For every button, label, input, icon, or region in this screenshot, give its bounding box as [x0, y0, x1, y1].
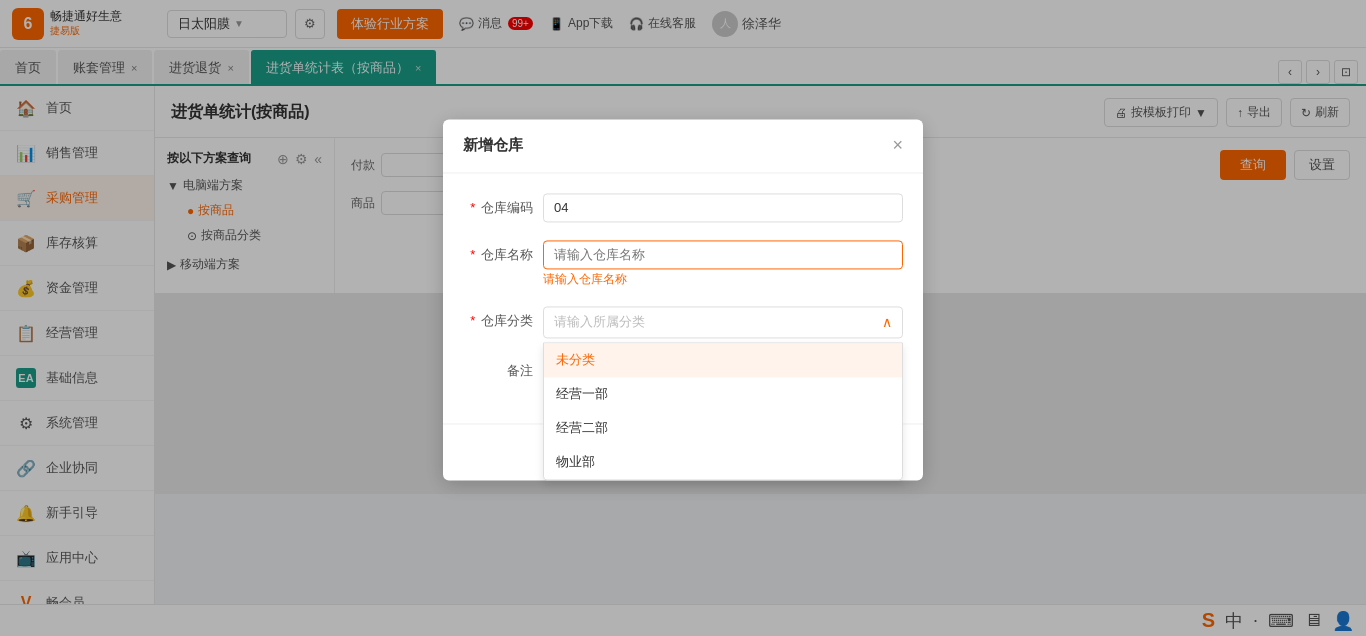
- modal-body: * 仓库编码 * 仓库名称 请输入仓库名称 * 仓库分类: [443, 173, 923, 423]
- warehouse-note-label: 备注: [463, 356, 533, 380]
- category-dropdown-list: 未分类 经营一部 经营二部 物业部: [543, 342, 903, 480]
- dropdown-option-dept2[interactable]: 经营二部: [544, 411, 902, 445]
- warehouse-category-dropdown[interactable]: 请输入所属分类 ∧: [543, 306, 903, 338]
- warehouse-name-input[interactable]: [543, 240, 903, 269]
- warehouse-name-field: 请输入仓库名称: [543, 240, 903, 288]
- warehouse-category-field: 请输入所属分类 ∧ 未分类 经营一部 经营二部 物业部: [543, 306, 903, 338]
- modal-header: 新增仓库 ×: [443, 119, 923, 173]
- warehouse-category-label: * 仓库分类: [463, 306, 533, 330]
- warehouse-code-row: * 仓库编码: [463, 193, 903, 222]
- warehouse-code-input[interactable]: [543, 193, 903, 222]
- warehouse-name-row: * 仓库名称 请输入仓库名称: [463, 240, 903, 288]
- warehouse-category-placeholder: 请输入所属分类: [554, 313, 645, 331]
- warehouse-code-label: * 仓库编码: [463, 193, 533, 217]
- modal-title: 新增仓库: [463, 136, 523, 155]
- warehouse-name-error: 请输入仓库名称: [543, 271, 903, 288]
- warehouse-code-field: [543, 193, 903, 222]
- dropdown-arrow-up-icon: ∧: [882, 314, 892, 330]
- dropdown-option-dept1[interactable]: 经营一部: [544, 377, 902, 411]
- dropdown-option-uncategorized[interactable]: 未分类: [544, 343, 902, 377]
- modal-close-button[interactable]: ×: [892, 135, 903, 156]
- new-warehouse-modal: 新增仓库 × * 仓库编码 * 仓库名称 请输入仓库名称: [443, 119, 923, 480]
- dropdown-option-property[interactable]: 物业部: [544, 445, 902, 479]
- warehouse-name-label: * 仓库名称: [463, 240, 533, 264]
- warehouse-category-row: * 仓库分类 请输入所属分类 ∧ 未分类 经营一部 经营二部 物业部: [463, 306, 903, 338]
